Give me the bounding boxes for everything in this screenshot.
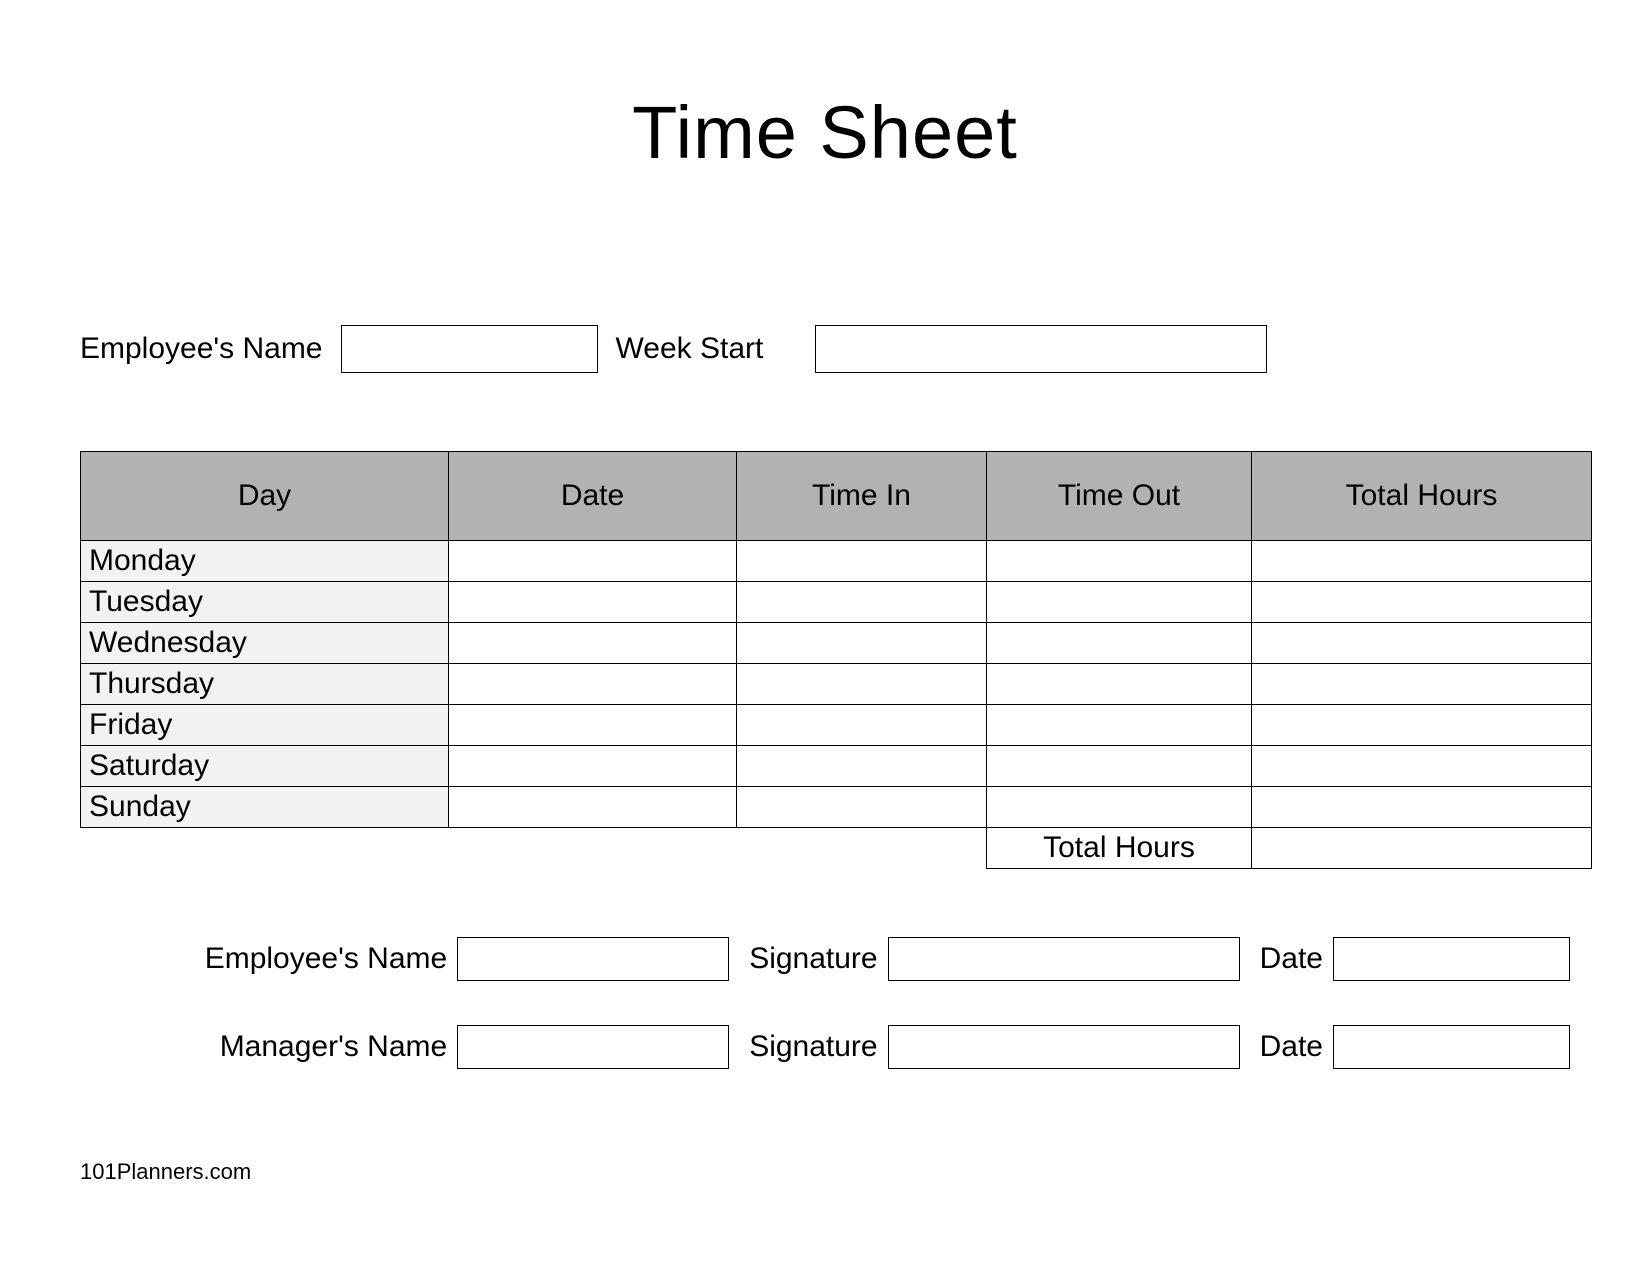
table-row: Wednesday	[81, 623, 1592, 664]
manager-signature-label: Signature	[749, 1030, 877, 1064]
day-cell: Wednesday	[81, 623, 449, 664]
total-cell[interactable]	[1252, 787, 1592, 828]
day-cell: Saturday	[81, 746, 449, 787]
timeout-cell[interactable]	[987, 787, 1252, 828]
page-title: Time Sheet	[80, 90, 1570, 175]
time-sheet-page: Time Sheet Employee's Name Week Start Da…	[0, 0, 1650, 1275]
day-cell: Sunday	[81, 787, 449, 828]
total-hours-label: Total Hours	[987, 828, 1252, 869]
table-row: Sunday	[81, 787, 1592, 828]
col-total: Total Hours	[1252, 452, 1592, 541]
signature-block: Employee's Name Signature Date Manager's…	[80, 937, 1570, 1069]
table-row: Saturday	[81, 746, 1592, 787]
col-time-out: Time Out	[987, 452, 1252, 541]
date-cell[interactable]	[449, 705, 737, 746]
timein-cell[interactable]	[737, 664, 987, 705]
total-row: Total Hours	[81, 828, 1592, 869]
timein-cell[interactable]	[737, 623, 987, 664]
timeout-cell[interactable]	[987, 623, 1252, 664]
total-cell[interactable]	[1252, 664, 1592, 705]
timeout-cell[interactable]	[987, 582, 1252, 623]
date-cell[interactable]	[449, 582, 737, 623]
day-cell: Tuesday	[81, 582, 449, 623]
employee-name-label-2: Employee's Name	[205, 942, 448, 976]
week-start-label: Week Start	[616, 332, 764, 366]
date-cell[interactable]	[449, 541, 737, 582]
day-cell: Thursday	[81, 664, 449, 705]
table-row: Thursday	[81, 664, 1592, 705]
table-header-row: Day Date Time In Time Out Total Hours	[81, 452, 1592, 541]
timeout-cell[interactable]	[987, 541, 1252, 582]
total-cell[interactable]	[1252, 541, 1592, 582]
manager-sign-row: Manager's Name Signature Date	[80, 1025, 1570, 1069]
footer-text: 101Planners.com	[80, 1159, 251, 1185]
header-row: Employee's Name Week Start	[80, 325, 1570, 373]
date-cell[interactable]	[449, 746, 737, 787]
employee-name-input[interactable]	[341, 325, 598, 373]
timeout-cell[interactable]	[987, 664, 1252, 705]
total-cell[interactable]	[1252, 705, 1592, 746]
date-cell[interactable]	[449, 623, 737, 664]
total-cell[interactable]	[1252, 623, 1592, 664]
total-cell[interactable]	[1252, 746, 1592, 787]
week-start-input[interactable]	[815, 325, 1267, 373]
table-row: Tuesday	[81, 582, 1592, 623]
timesheet-table: Day Date Time In Time Out Total Hours Mo…	[80, 451, 1592, 869]
total-spacer	[81, 828, 987, 869]
employee-sign-row: Employee's Name Signature Date	[80, 937, 1570, 981]
day-cell: Friday	[81, 705, 449, 746]
employee-date-input[interactable]	[1333, 937, 1570, 981]
employee-date-label: Date	[1260, 942, 1323, 976]
total-hours-cell[interactable]	[1252, 828, 1592, 869]
timein-cell[interactable]	[737, 787, 987, 828]
day-cell: Monday	[81, 541, 449, 582]
timeout-cell[interactable]	[987, 746, 1252, 787]
table-row: Friday	[81, 705, 1592, 746]
employee-name-input-2[interactable]	[457, 937, 729, 981]
col-date: Date	[449, 452, 737, 541]
date-cell[interactable]	[449, 787, 737, 828]
col-day: Day	[81, 452, 449, 541]
employee-name-label: Employee's Name	[80, 332, 323, 366]
manager-name-input[interactable]	[457, 1025, 729, 1069]
manager-date-input[interactable]	[1333, 1025, 1570, 1069]
timein-cell[interactable]	[737, 705, 987, 746]
employee-signature-label: Signature	[749, 942, 877, 976]
manager-date-label: Date	[1260, 1030, 1323, 1064]
manager-name-label: Manager's Name	[220, 1030, 448, 1064]
employee-signature-input[interactable]	[888, 937, 1240, 981]
col-time-in: Time In	[737, 452, 987, 541]
timein-cell[interactable]	[737, 746, 987, 787]
table-row: Monday	[81, 541, 1592, 582]
timein-cell[interactable]	[737, 582, 987, 623]
manager-signature-input[interactable]	[888, 1025, 1240, 1069]
total-cell[interactable]	[1252, 582, 1592, 623]
timeout-cell[interactable]	[987, 705, 1252, 746]
timein-cell[interactable]	[737, 541, 987, 582]
date-cell[interactable]	[449, 664, 737, 705]
